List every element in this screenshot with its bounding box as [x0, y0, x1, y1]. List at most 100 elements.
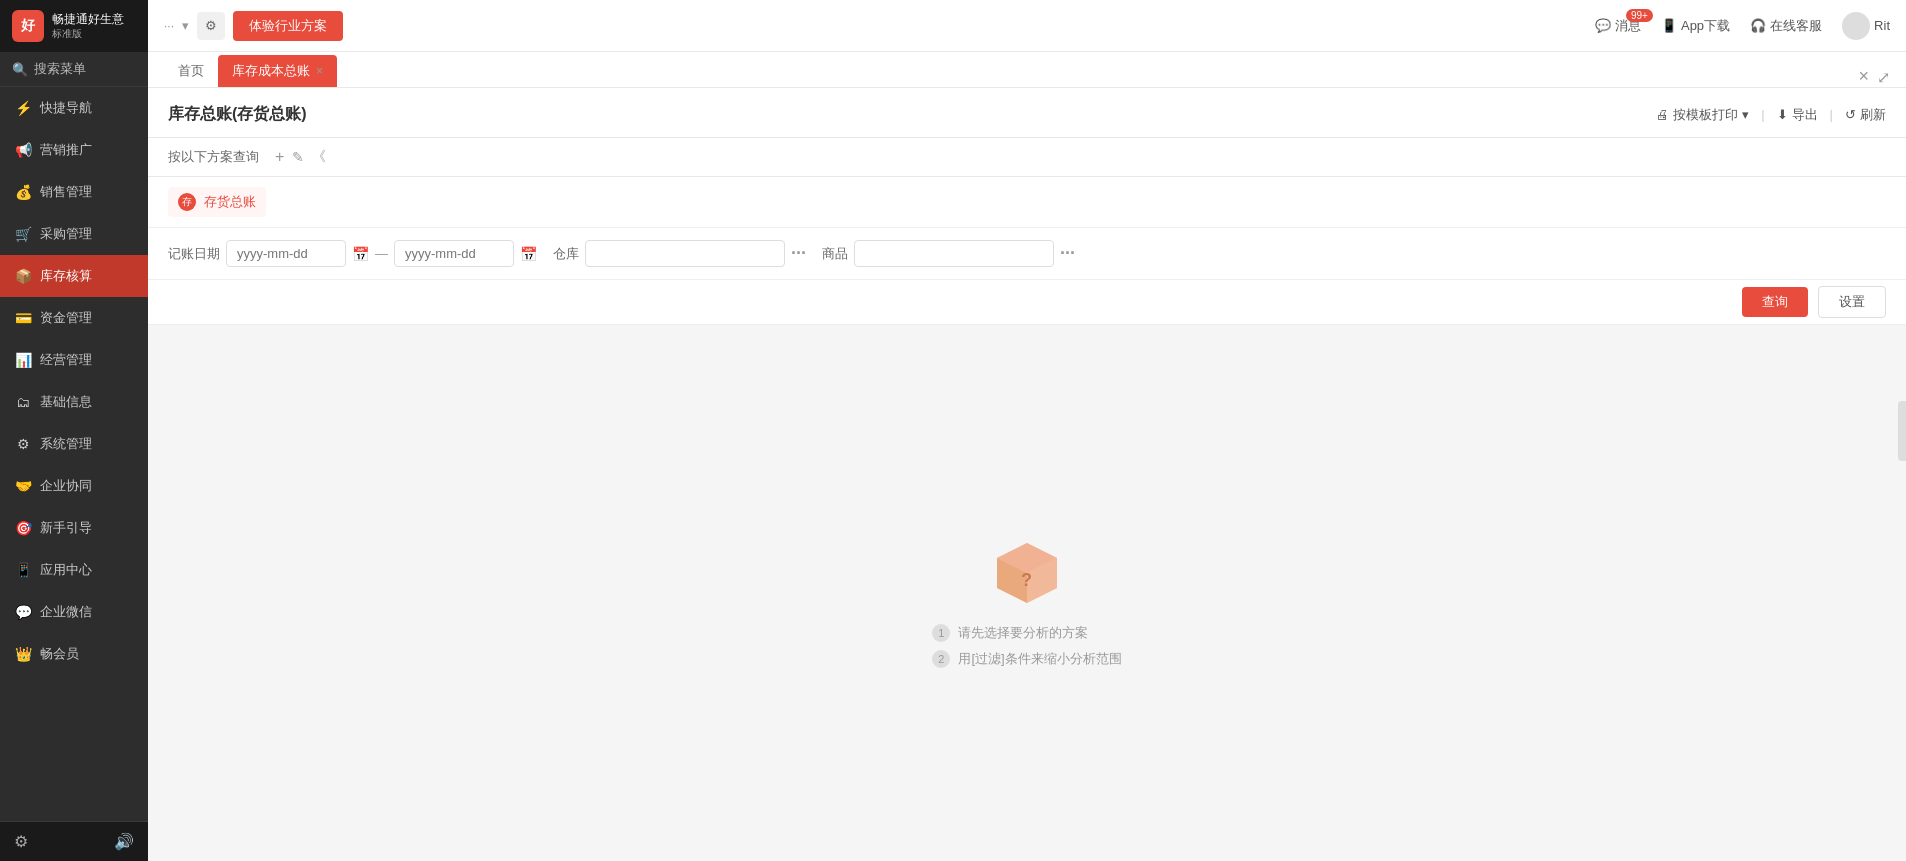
- scheme-content: 存 存货总账: [148, 177, 1906, 228]
- warehouse-more-btn[interactable]: ···: [791, 243, 806, 264]
- page-title-row: 库存总账(存货总账) 🖨 按模板打印 ▾ | ⬇ 导出 | ↺: [168, 104, 1886, 125]
- finance-label: 资金管理: [40, 309, 92, 327]
- footer-settings-icon[interactable]: ⚙: [14, 832, 28, 851]
- appcenter-label: 应用中心: [40, 561, 92, 579]
- sidebar-item-inventory[interactable]: 📦 库存核算: [0, 255, 148, 297]
- right-panel-indicator[interactable]: [1898, 401, 1906, 461]
- tab-home[interactable]: 首页: [164, 55, 218, 87]
- operations-label: 经营管理: [40, 351, 92, 369]
- scheme-add-btn[interactable]: +: [275, 148, 284, 166]
- export-btn[interactable]: ⬇ 导出: [1777, 106, 1818, 124]
- sidebar-item-marketing[interactable]: 📢 营销推广: [0, 129, 148, 171]
- quick-nav-label: 快捷导航: [40, 99, 92, 117]
- product-input[interactable]: [854, 240, 1054, 267]
- message-icon: 💬: [1595, 18, 1611, 33]
- warehouse-input[interactable]: [585, 240, 785, 267]
- panel-close-btn[interactable]: ×: [1858, 66, 1869, 87]
- quick-nav-icon: ⚡: [14, 99, 32, 117]
- refresh-btn[interactable]: ↺ 刷新: [1845, 106, 1886, 124]
- query-btn[interactable]: 查询: [1742, 287, 1808, 317]
- date-start-input[interactable]: [226, 240, 346, 267]
- tab-close-btn[interactable]: ×: [316, 64, 323, 78]
- sidebar-item-quick-nav[interactable]: ⚡ 快捷导航: [0, 87, 148, 129]
- scheme-edit-btn[interactable]: ✎: [292, 149, 304, 165]
- sidebar-item-sales[interactable]: 💰 销售管理: [0, 171, 148, 213]
- scheme-item-label: 存货总账: [204, 193, 256, 211]
- print-chevron-icon: ▾: [1742, 107, 1749, 122]
- empty-step-1: 1 请先选择要分析的方案: [932, 624, 1121, 642]
- empty-illustration: ? 1 请先选择要分析的方案 2 用[过滤]条件来缩小分析范围: [932, 518, 1121, 668]
- inventory-icon: 📦: [14, 267, 32, 285]
- sidebar-item-member[interactable]: 👑 畅会员: [0, 633, 148, 675]
- avatar: [1842, 12, 1870, 40]
- sales-icon: 💰: [14, 183, 32, 201]
- sidebar-item-operations[interactable]: 📊 经营管理: [0, 339, 148, 381]
- settings-btn[interactable]: 设置: [1818, 286, 1886, 318]
- basic-icon: 🗂: [14, 393, 32, 411]
- sidebar-nav: ⚡ 快捷导航 📢 营销推广 💰 销售管理 🛒 采购管理 📦 库存核算 💳 资金管…: [0, 87, 148, 821]
- svg-text:?: ?: [1021, 570, 1032, 590]
- tab-inventory-cost-label: 库存成本总账: [232, 62, 310, 80]
- empty-state: ? 1 请先选择要分析的方案 2 用[过滤]条件来缩小分析范围: [148, 325, 1906, 861]
- wechat-label: 企业微信: [40, 603, 92, 621]
- empty-steps: 1 请先选择要分析的方案 2 用[过滤]条件来缩小分析范围: [932, 624, 1121, 668]
- product-group: 商品 ···: [822, 240, 1075, 267]
- logo-icon: 好: [12, 10, 44, 42]
- finance-icon: 💳: [14, 309, 32, 327]
- basic-label: 基础信息: [40, 393, 92, 411]
- expand-icon[interactable]: ⤢: [1877, 68, 1890, 87]
- guide-icon: 🎯: [14, 519, 32, 537]
- app-download-btn[interactable]: 📱 App下载: [1661, 17, 1730, 35]
- step-2-text: 用[过滤]条件来缩小分析范围: [958, 650, 1121, 668]
- member-label: 畅会员: [40, 645, 79, 663]
- topbar-right: 💬 消息 99+ 📱 App下载 🎧 在线客服 Rit: [1595, 12, 1890, 40]
- sidebar-item-system[interactable]: ⚙ 系统管理: [0, 423, 148, 465]
- enterprise-icon: 🤝: [14, 477, 32, 495]
- marketing-icon: 📢: [14, 141, 32, 159]
- sidebar-item-basic[interactable]: 🗂 基础信息: [0, 381, 148, 423]
- chevron-down-icon[interactable]: ▾: [182, 18, 189, 33]
- page-title: 库存总账(存货总账): [168, 104, 307, 125]
- operations-icon: 📊: [14, 351, 32, 369]
- step-1-num: 1: [932, 624, 950, 642]
- product-label: 商品: [822, 245, 848, 263]
- tabbar: 首页 库存成本总账 × × ⤢: [148, 52, 1906, 88]
- headset-icon: 🎧: [1750, 18, 1766, 33]
- sidebar-item-enterprise[interactable]: 🤝 企业协同: [0, 465, 148, 507]
- empty-box-icon: ?: [977, 518, 1077, 608]
- filter-schemes: + ✎ 《: [275, 148, 326, 166]
- topbar-left: ··· ▾ ⚙ 体验行业方案: [164, 11, 1595, 41]
- calendar-start-icon[interactable]: 📅: [352, 246, 369, 262]
- online-service-btn[interactable]: 🎧 在线客服: [1750, 17, 1822, 35]
- app-logo: 好 畅捷通好生意 标准版: [0, 0, 148, 52]
- print-icon: 🖨: [1656, 107, 1669, 122]
- sidebar-item-wechat[interactable]: 💬 企业微信: [0, 591, 148, 633]
- filter-row: 按以下方案查询 + ✎ 《: [148, 138, 1906, 177]
- main-content: ··· ▾ ⚙ 体验行业方案 💬 消息 99+ 📱 App下载 🎧 在线客服 R: [148, 0, 1906, 861]
- tab-inventory-cost[interactable]: 库存成本总账 ×: [218, 55, 337, 87]
- account-date-label: 记账日期: [168, 245, 220, 263]
- system-icon: ⚙: [14, 435, 32, 453]
- messages-btn[interactable]: 💬 消息 99+: [1595, 17, 1641, 35]
- product-more-btn[interactable]: ···: [1060, 243, 1075, 264]
- purchase-icon: 🛒: [14, 225, 32, 243]
- scheme-item-icon: 存: [178, 193, 196, 211]
- sidebar-item-purchase[interactable]: 🛒 采购管理: [0, 213, 148, 255]
- footer-audio-icon[interactable]: 🔊: [114, 832, 134, 851]
- page-actions: 🖨 按模板打印 ▾ | ⬇ 导出 | ↺ 刷新: [1656, 106, 1886, 124]
- sidebar-search[interactable]: 🔍 搜索菜单: [0, 52, 148, 87]
- sidebar-item-guide[interactable]: 🎯 新手引导: [0, 507, 148, 549]
- topbar-gear-icon[interactable]: ⚙: [197, 12, 225, 40]
- sidebar-item-appcenter[interactable]: 📱 应用中心: [0, 549, 148, 591]
- print-btn[interactable]: 🖨 按模板打印 ▾: [1656, 106, 1749, 124]
- calendar-end-icon[interactable]: 📅: [520, 246, 537, 262]
- sales-label: 销售管理: [40, 183, 92, 201]
- scheme-collapse-btn[interactable]: 《: [312, 148, 326, 166]
- scheme-item[interactable]: 存 存货总账: [168, 187, 266, 217]
- sidebar-item-finance[interactable]: 💳 资金管理: [0, 297, 148, 339]
- account-date-group: 记账日期 📅 — 📅: [168, 240, 537, 267]
- scheme-btn[interactable]: 体验行业方案: [233, 11, 343, 41]
- user-profile[interactable]: Rit: [1842, 12, 1890, 40]
- warehouse-group: 仓库 ···: [553, 240, 806, 267]
- date-end-input[interactable]: [394, 240, 514, 267]
